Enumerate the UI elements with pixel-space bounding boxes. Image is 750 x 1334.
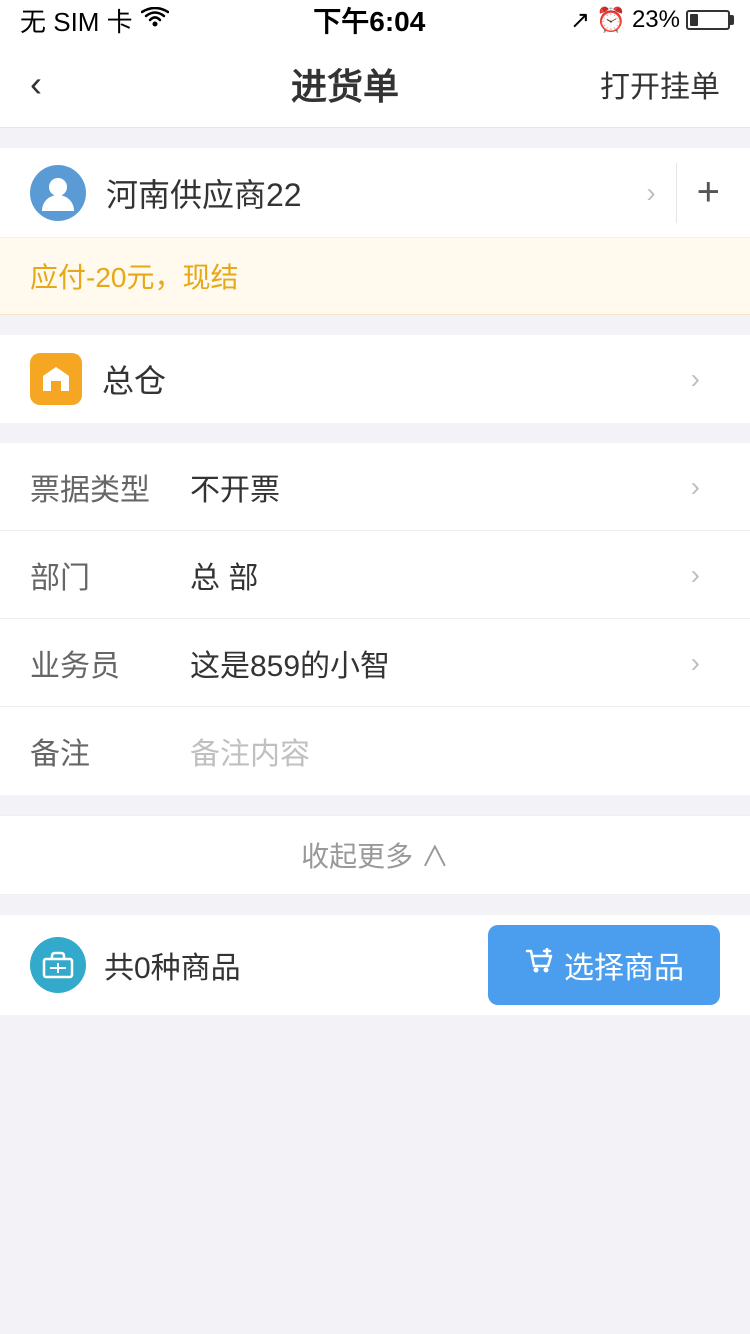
back-button[interactable]: ‹ (30, 63, 90, 105)
invoice-type-label: 票据类型 (30, 465, 190, 509)
location-icon: ↗ (570, 6, 590, 35)
gap-1 (0, 128, 750, 148)
supplier-name: 河南供应商22 (106, 170, 646, 216)
cart-icon (524, 948, 554, 983)
carrier-text: 无 SIM 卡 (20, 2, 133, 39)
alarm-icon: ⏰ (596, 6, 626, 35)
status-right: ↗ ⏰ 23% (570, 6, 730, 35)
collapse-label: 收起更多 ∧ (301, 835, 449, 875)
invoice-type-row[interactable]: 票据类型 不开票 › (0, 443, 750, 531)
salesperson-row[interactable]: 业务员 这是859的小智 › (0, 619, 750, 707)
warehouse-name: 总仓 (102, 356, 691, 402)
bottom-bar: 共0种商品 选择商品 (0, 915, 750, 1015)
warehouse-section: 总仓 › (0, 335, 750, 423)
wifi-icon (141, 7, 169, 33)
warehouse-icon (30, 353, 82, 405)
status-left: 无 SIM 卡 (20, 2, 169, 39)
select-product-button[interactable]: 选择商品 (488, 925, 720, 1005)
invoice-type-value: 不开票 (190, 465, 691, 509)
salesperson-value: 这是859的小智 (190, 641, 691, 685)
chevron-right-icon: › (646, 177, 655, 209)
supplier-row[interactable]: 河南供应商22 › + (0, 148, 750, 238)
battery-icon (686, 10, 730, 30)
chevron-right-icon: › (691, 471, 700, 503)
notice-bar: 应付-20元，现结 (0, 238, 750, 315)
remark-row[interactable]: 备注 备注内容 (0, 707, 750, 795)
page-title: 进货单 (291, 58, 399, 110)
notice-text: 应付-20元，现结 (30, 262, 238, 293)
gray-bottom-area (0, 1015, 750, 1315)
product-icon (30, 937, 86, 993)
nav-bar: ‹ 进货单 打开挂单 (0, 40, 750, 128)
open-pending-button[interactable]: 打开挂单 (600, 62, 720, 106)
department-value: 总 部 (190, 553, 691, 597)
remark-input[interactable]: 备注内容 (190, 729, 720, 773)
product-count: 共0种商品 (104, 943, 488, 987)
avatar (30, 165, 86, 221)
department-label: 部门 (30, 553, 190, 597)
chevron-right-icon: › (691, 559, 700, 591)
add-button[interactable]: + (676, 163, 720, 223)
status-bar: 无 SIM 卡 下午6:04 ↗ ⏰ 23% (0, 0, 750, 40)
collapse-button[interactable]: 收起更多 ∧ (0, 815, 750, 895)
select-product-label: 选择商品 (564, 943, 684, 987)
supplier-section: 河南供应商22 › + 应付-20元，现结 (0, 148, 750, 315)
status-time: 下午6:04 (313, 0, 425, 40)
department-row[interactable]: 部门 总 部 › (0, 531, 750, 619)
remark-label: 备注 (30, 729, 190, 773)
battery-percent: 23% (632, 6, 680, 34)
form-section: 票据类型 不开票 › 部门 总 部 › 业务员 这是859的小智 › 备注 备注… (0, 443, 750, 795)
chevron-right-icon: › (691, 647, 700, 679)
warehouse-row[interactable]: 总仓 › (0, 335, 750, 423)
chevron-right-icon: › (691, 363, 700, 395)
salesperson-label: 业务员 (30, 641, 190, 685)
